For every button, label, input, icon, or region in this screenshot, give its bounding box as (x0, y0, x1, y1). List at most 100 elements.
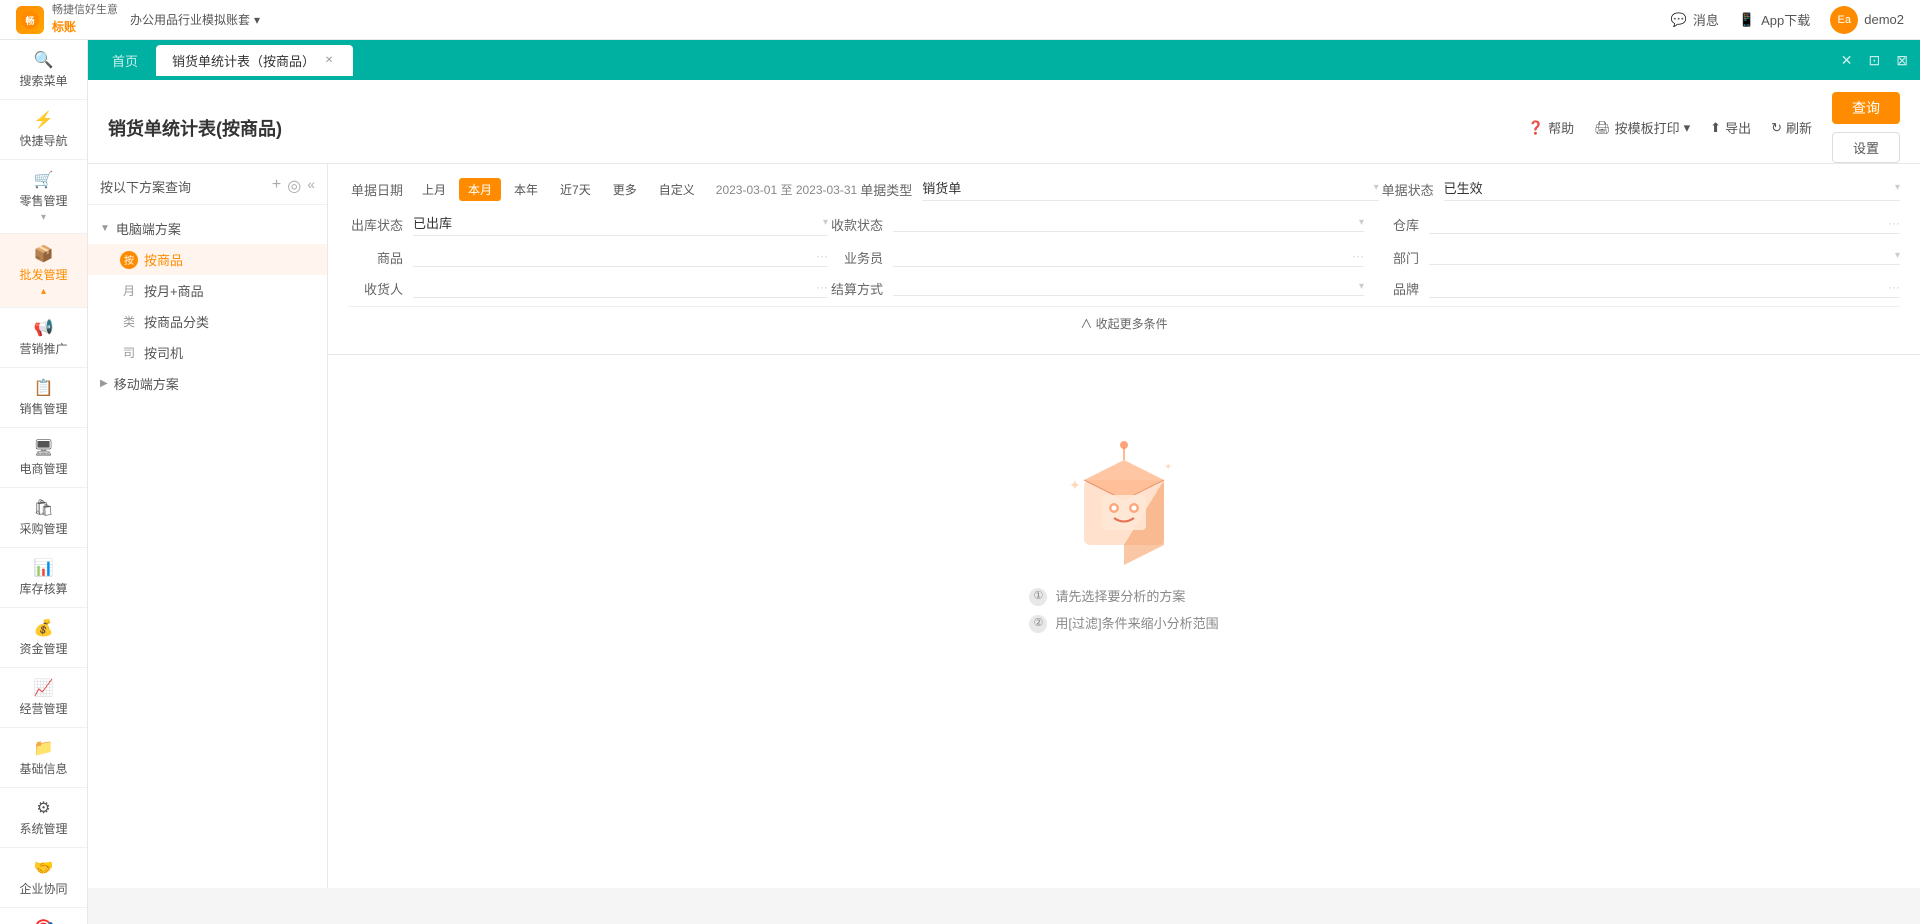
dept-caret[interactable]: ▾ (1895, 250, 1900, 261)
sidebar-item-search[interactable]: 🔍 搜索菜单 (0, 40, 87, 100)
svg-text:✦: ✦ (1069, 477, 1081, 493)
tab-home[interactable]: 首页 (96, 45, 154, 76)
sidebar-item-marketing[interactable]: 📢 营销推广 (0, 308, 87, 368)
sidebar-item-operations[interactable]: 📈 经营管理 (0, 668, 87, 728)
date-this-year[interactable]: 本年 (505, 178, 547, 201)
content-area: 首页 销货单统计表（按商品） ✕ ✕ ⊡ ⊠ 销货单统计表(按商品) ❓ 帮助 (88, 40, 1920, 924)
sidebar-item-collab[interactable]: 🤝 企业协同 (0, 848, 87, 908)
staff-label: 业务员 (828, 248, 893, 267)
refresh-button[interactable]: ↻ 刷新 (1763, 114, 1820, 141)
out-status-label: 出库状态 (348, 215, 413, 234)
sidebar-item-basic[interactable]: 📁 基础信息 (0, 728, 87, 788)
collapse-panel-icon[interactable]: « (307, 176, 315, 196)
doc-type-control: 销货单 ▾ (922, 178, 1378, 201)
marketing-icon: 📢 (4, 318, 83, 338)
sidebar-item-wholesale[interactable]: 📦 批发管理 ▴ (0, 234, 87, 308)
page-actions: ❓ 帮助 🖨 按模板打印 ▾ ⬆ 导出 ↻ 刷新 (1520, 92, 1900, 163)
tip1-num: ① (1029, 588, 1047, 606)
sidebar-item-inventory[interactable]: 📊 库存核算 (0, 548, 87, 608)
tab-maximize-icon[interactable]: ⊠ (1892, 48, 1912, 73)
sidebar-collab-label: 企业协同 (4, 880, 83, 897)
date-7days[interactable]: 近7天 (551, 178, 600, 201)
tree-arrow-pc: ▼ (100, 223, 110, 234)
empty-tip-1: ① 请先选择要分析的方案 (1029, 585, 1218, 608)
date-more[interactable]: 更多 (604, 178, 646, 201)
query-button[interactable]: 查询 (1832, 92, 1900, 124)
help-button[interactable]: ❓ 帮助 (1520, 114, 1582, 141)
sidebar-item-retail[interactable]: 🛒 零售管理 ▾ (0, 160, 87, 234)
staff-dots[interactable]: ··· (1352, 249, 1364, 263)
tree-item-by-goods-label: 按商品 (144, 250, 183, 269)
goods-dots[interactable]: ··· (816, 249, 828, 263)
user-name: demo2 (1864, 12, 1904, 27)
sidebar-item-ecommerce[interactable]: 🖥 电商管理 (0, 428, 87, 488)
tree-item-by-month-goods[interactable]: 月 按月+商品 (88, 275, 327, 306)
by-goods-icon: 按 (120, 251, 138, 269)
sidebar-item-finance[interactable]: 💰 资金管理 (0, 608, 87, 668)
ecommerce-icon: 🖥 (4, 438, 83, 458)
tree-group-mobile[interactable]: ▶ 移动端方案 (88, 368, 327, 399)
empty-svg: ✦ ✦ (1054, 435, 1194, 565)
circle-icon[interactable]: ◎ (287, 176, 301, 196)
page-title: 销货单统计表(按商品) (108, 115, 282, 141)
collapse-conditions-button[interactable]: ∧ 收起更多条件 (348, 306, 1900, 340)
filter-row-1: 单据日期 上月 本月 本年 近7天 更多 自定义 2023-03-01 至 20… (348, 178, 1900, 201)
industry-selector[interactable]: 办公用品行业模拟账套 ▾ (130, 11, 260, 28)
date-range-display: 2023-03-01 至 2023-03-31 (716, 181, 857, 198)
print-template-button[interactable]: 🖨 按模板打印 ▾ (1586, 114, 1698, 141)
sidebar-item-purchase[interactable]: 🛍 采购管理 (0, 488, 87, 548)
tab-close-icon[interactable]: ✕ (321, 52, 337, 68)
doc-status-control: 已生效 ▾ (1444, 178, 1900, 201)
date-last-month[interactable]: 上月 (413, 178, 455, 201)
refresh-icon: ↻ (1771, 120, 1782, 136)
tab-bar-actions: ✕ ⊡ ⊠ (1837, 48, 1912, 73)
receiver-control: ··· (413, 280, 828, 298)
action-buttons: 查询 设置 (1832, 92, 1900, 163)
out-status-control: 已出库 ▾ (413, 213, 828, 236)
tree-item-by-goods[interactable]: 按 按商品 (88, 244, 327, 275)
date-custom[interactable]: 自定义 (650, 178, 704, 201)
receipt-status-control: ▾ (893, 217, 1364, 232)
sidebar-item-system[interactable]: ⚙ 系统管理 (0, 788, 87, 848)
tree-group-pc[interactable]: ▼ 电脑端方案 (88, 213, 327, 244)
industry-arrow-icon: ▾ (254, 13, 260, 27)
quicknav-icon: ⚡ (4, 110, 83, 130)
tree-item-by-driver[interactable]: 司 按司机 (88, 337, 327, 368)
doc-status-caret[interactable]: ▾ (1895, 182, 1900, 193)
warehouse-dots[interactable]: ··· (1888, 216, 1900, 230)
help-label: 帮助 (1548, 118, 1574, 137)
export-label: 导出 (1725, 118, 1751, 137)
print-arrow-icon: ▾ (1684, 120, 1691, 136)
sidebar-item-sales[interactable]: 📋 销售管理 (0, 368, 87, 428)
receiver-dots[interactable]: ··· (816, 280, 828, 294)
app-download-button[interactable]: 📱 App下载 (1739, 10, 1810, 29)
filter-row-2: 出库状态 已出库 ▾ 收款状态 ▾ (348, 213, 1900, 236)
date-this-month[interactable]: 本月 (459, 178, 501, 201)
sidebar-item-quicknav[interactable]: ⚡ 快捷导航 (0, 100, 87, 160)
collab-icon: 🤝 (4, 858, 83, 878)
user-menu[interactable]: Ea demo2 (1830, 6, 1904, 34)
main-layout: 🔍 搜索菜单 ⚡ 快捷导航 🛒 零售管理 ▾ 📦 批发管理 ▴ 📢 营销推广 📋… (0, 40, 1920, 924)
avatar-initials: Ea (1838, 14, 1851, 26)
brand-dots[interactable]: ··· (1888, 280, 1900, 294)
empty-state: ✦ ✦ ① 请先选择要分析的方案 ② 用[过滤]条件来缩小分析范围 (328, 355, 1920, 720)
doc-status-group: 单据状态 已生效 ▾ (1379, 178, 1900, 201)
basic-icon: 📁 (4, 738, 83, 758)
receipt-status-label: 收款状态 (828, 215, 893, 234)
goods-label: 商品 (348, 248, 413, 267)
sidebar-item-guide[interactable]: 🎯 新手引导 (0, 908, 87, 924)
message-button[interactable]: 💬 消息 (1671, 10, 1719, 29)
tab-sales-report[interactable]: 销货单统计表（按商品） ✕ (156, 45, 353, 76)
sidebar-basic-label: 基础信息 (4, 760, 83, 777)
settings-button[interactable]: 设置 (1832, 132, 1900, 163)
print-label: 按模板打印 (1615, 118, 1680, 137)
tab-restore-icon[interactable]: ⊡ (1865, 48, 1885, 73)
tree-item-by-category[interactable]: 类 按商品分类 (88, 306, 327, 337)
export-button[interactable]: ⬆ 导出 (1702, 114, 1759, 141)
collapse-conditions-label: ∧ 收起更多条件 (1080, 315, 1167, 332)
system-icon: ⚙ (4, 798, 83, 818)
sidebar-quicknav-label: 快捷导航 (4, 132, 83, 149)
tab-close-all-icon[interactable]: ✕ (1837, 48, 1857, 73)
add-scheme-button[interactable]: + (272, 176, 281, 196)
payment-label: 结算方式 (828, 279, 893, 298)
